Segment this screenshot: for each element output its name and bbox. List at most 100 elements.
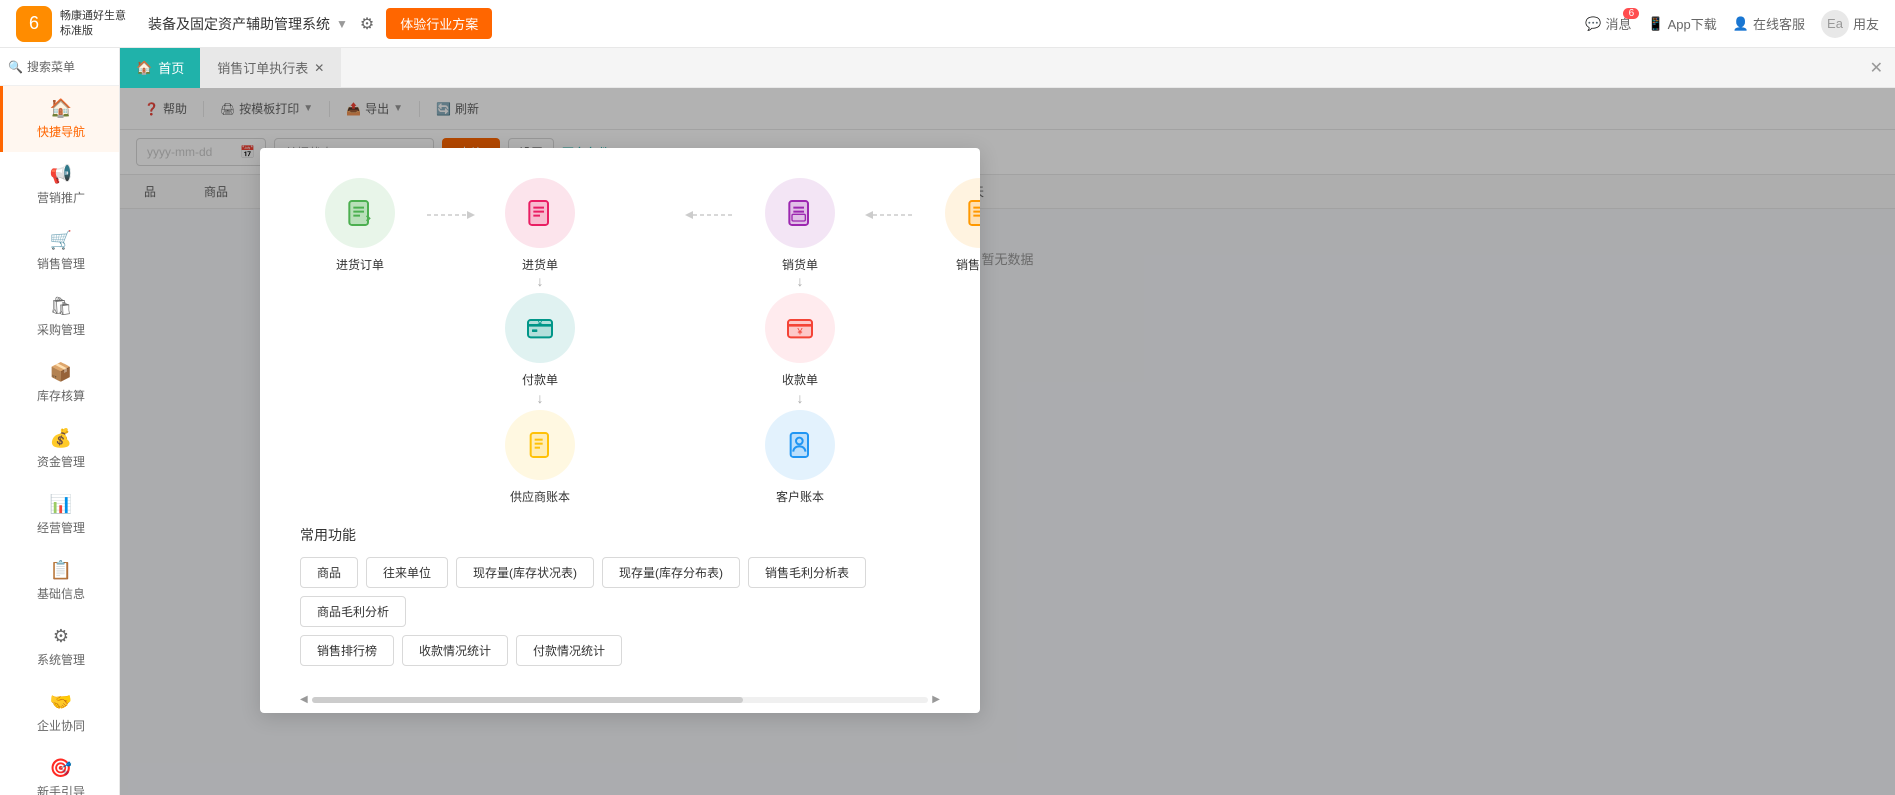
system-dropdown-icon[interactable]: ▼	[336, 17, 348, 31]
content-area: 🏠 首页 销售订单执行表 ✕ ✕ ❓ 帮助	[120, 48, 1895, 795]
workflow-node-sales-order[interactable]: 销售订单	[920, 178, 980, 273]
scroll-right-icon[interactable]: ▶	[932, 694, 940, 705]
app-download-button[interactable]: 📱 App下载	[1647, 14, 1716, 33]
scrollbar-track[interactable]	[312, 697, 929, 703]
sidebar-item-inventory[interactable]: 📦 库存核算	[0, 350, 119, 416]
workflow-node-customer-ledger[interactable]: 客户账本	[740, 410, 860, 505]
search-menu-button[interactable]: 🔍 搜索菜单	[0, 48, 119, 86]
workflow-node-sales-bill[interactable]: 销货单	[740, 178, 860, 273]
user-avatar: Ea	[1821, 10, 1849, 38]
tab-home[interactable]: 🏠 首页	[120, 48, 201, 88]
purchase-bill-label: 进货单	[522, 256, 558, 273]
logo-text: 畅康通好生意 标准版	[60, 9, 126, 38]
sidebar-item-guide[interactable]: 🎯 新手引导	[0, 746, 119, 795]
workflow-section: 进货订单	[260, 148, 980, 525]
func-btn-sales-rank[interactable]: 销售排行榜	[300, 635, 394, 666]
func-btn-receipt-stats[interactable]: 收款情况统计	[402, 635, 508, 666]
purchase-order-icon	[325, 178, 395, 248]
phone-icon: 📱	[1647, 16, 1663, 32]
func-btn-payment-stats[interactable]: 付款情况统计	[516, 635, 622, 666]
sidebar-item-sales[interactable]: 🛒 销售管理	[0, 218, 119, 284]
clipboard-icon: 📋	[50, 560, 72, 581]
supplier-ledger-icon	[505, 410, 575, 480]
func-btn-product-margin[interactable]: 商品毛利分析	[300, 596, 406, 627]
scroll-left-icon[interactable]: ◀	[300, 694, 308, 705]
system-title: 装备及固定资产辅助管理系统 ▼	[148, 14, 348, 34]
tab-close-icon[interactable]: ✕	[314, 61, 324, 75]
receipt-icon: ¥	[765, 293, 835, 363]
sidebar-item-marketing[interactable]: 📢 营销推广	[0, 152, 119, 218]
header-right: 💬 消息 6 📱 App下载 👤 在线客服 Ea 用友	[1585, 10, 1879, 38]
payment-icon: ¥	[505, 293, 575, 363]
workflow-node-supplier-ledger[interactable]: 供应商账本	[480, 410, 600, 505]
page-content: ❓ 帮助 🖨 按模板打印 ▼ 📤 导出 ▼	[120, 88, 1895, 795]
sidebar-item-quick-nav[interactable]: 🏠 快捷导航	[0, 86, 119, 152]
sidebar-label: 经营管理	[37, 519, 85, 536]
workflow-node-payment[interactable]: ¥ 付款单	[480, 293, 600, 388]
service-icon: 👤	[1733, 16, 1749, 32]
tab-sales-order-exec[interactable]: 销售订单执行表 ✕	[201, 48, 341, 88]
sidebar-label: 资金管理	[37, 453, 85, 470]
message-button[interactable]: 💬 消息 6	[1585, 14, 1631, 33]
sidebar-label: 营销推广	[37, 189, 85, 206]
sidebar-item-basic-info[interactable]: 📋 基础信息	[0, 548, 119, 614]
system-settings-icon[interactable]: ⚙	[360, 14, 374, 34]
sidebar-label: 库存核算	[37, 387, 85, 404]
sidebar: 🔍 搜索菜单 🏠 快捷导航 📢 营销推广 🛒 销售管理 🛍 采购管理 📦	[0, 48, 120, 795]
sales-bill-icon	[765, 178, 835, 248]
chart-icon: 📊	[50, 494, 72, 515]
func-buttons-row1: 商品 往来单位 现存量(库存状况表) 现存量(库存分布表) 销售毛利分析表 商品…	[300, 557, 940, 627]
scrollbar-thumb	[312, 697, 744, 703]
svg-text:¥: ¥	[796, 327, 803, 337]
purchase-order-label: 进货订单	[336, 256, 384, 273]
sales-bill-label: 销货单	[782, 256, 818, 273]
workflow-node-purchase-bill[interactable]: 进货单	[480, 178, 600, 273]
sidebar-label: 采购管理	[37, 321, 85, 338]
home-icon: 🏠	[50, 98, 72, 119]
sidebar-item-purchase[interactable]: 🛍 采购管理	[0, 284, 119, 350]
func-btn-stock-status[interactable]: 现存量(库存状况表)	[456, 557, 594, 588]
func-btn-sales-margin[interactable]: 销售毛利分析表	[748, 557, 866, 588]
workflow-node-receipt[interactable]: ¥ 收款单	[740, 293, 860, 388]
trial-button[interactable]: 体验行业方案	[386, 8, 492, 39]
func-btn-stock-dist[interactable]: 现存量(库存分布表)	[602, 557, 740, 588]
purchase-bill-icon	[505, 178, 575, 248]
receipt-label: 收款单	[782, 371, 818, 388]
sidebar-item-collab[interactable]: 🤝 企业协同	[0, 680, 119, 746]
collab-icon: 🤝	[50, 692, 72, 713]
func-btn-counterparty[interactable]: 往来单位	[366, 557, 448, 588]
sidebar-label: 基础信息	[37, 585, 85, 602]
sidebar-item-operation[interactable]: 📊 经营管理	[0, 482, 119, 548]
logo-area: 6 畅康通好生意 标准版	[16, 6, 136, 42]
supplier-ledger-label: 供应商账本	[510, 488, 570, 505]
sidebar-label: 新手引导	[37, 783, 85, 795]
close-all-tabs-button[interactable]: ✕	[1858, 58, 1895, 78]
sidebar-item-system[interactable]: ⚙ 系统管理	[0, 614, 119, 680]
target-icon: 🎯	[50, 758, 72, 779]
bag-icon: 🛍	[50, 296, 73, 317]
payment-label: 付款单	[522, 371, 558, 388]
workflow-node-purchase-order[interactable]: 进货订单	[300, 178, 420, 273]
sidebar-label: 企业协同	[37, 717, 85, 734]
online-service-button[interactable]: 👤 在线客服	[1733, 14, 1805, 33]
megaphone-icon: 📢	[50, 164, 72, 185]
message-icon: 💬	[1585, 16, 1601, 32]
home-tab-icon: 🏠	[136, 60, 152, 76]
sidebar-item-finance[interactable]: 💰 资金管理	[0, 416, 119, 482]
workflow-modal: 进货订单	[260, 148, 980, 713]
func-buttons-row2: 销售排行榜 收款情况统计 付款情况统计	[300, 635, 940, 666]
user-menu[interactable]: Ea 用友	[1821, 10, 1879, 38]
message-badge: 6	[1623, 8, 1639, 19]
logo-symbol: 6	[29, 13, 39, 34]
money-icon: 💰	[50, 428, 72, 449]
func-btn-product[interactable]: 商品	[300, 557, 358, 588]
svg-text:¥: ¥	[536, 319, 543, 329]
modal-scrollbar: ◀ ▶	[260, 686, 980, 713]
search-icon: 🔍	[8, 60, 23, 74]
sidebar-label: 系统管理	[37, 651, 85, 668]
modal-overlay[interactable]: 进货订单	[120, 88, 1895, 795]
common-functions-title: 常用功能	[300, 525, 940, 545]
common-functions-section: 常用功能 商品 往来单位 现存量(库存状况表) 现存量(库存分布表) 销售毛利分…	[260, 525, 980, 686]
logo-icon: 6	[16, 6, 52, 42]
sidebar-label: 快捷导航	[37, 123, 85, 140]
